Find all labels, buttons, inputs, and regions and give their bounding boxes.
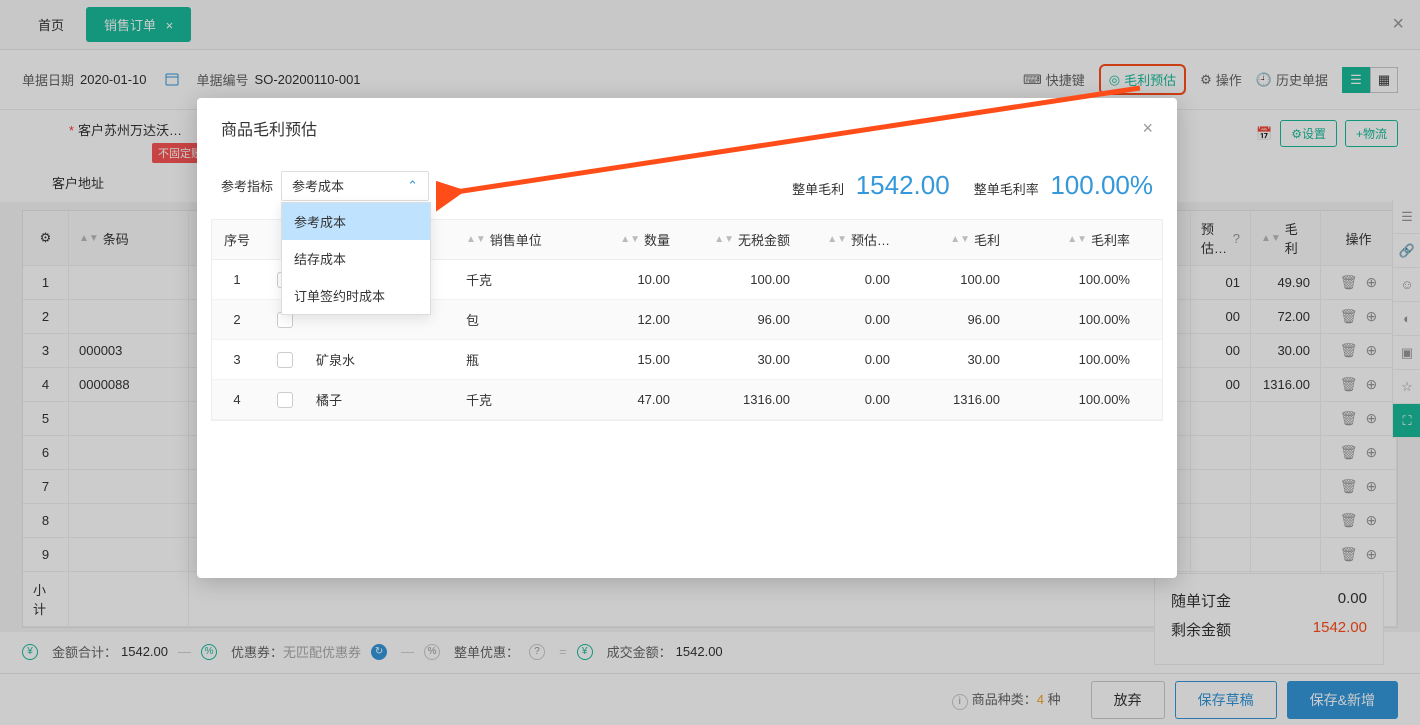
sort-icon: ▲▼ xyxy=(1067,237,1087,242)
sort-icon: ▲▼ xyxy=(620,237,640,242)
total-profit-label: 整单毛利 xyxy=(792,182,844,197)
modal-title: 商品毛利预估 xyxy=(221,116,317,140)
sort-icon: ▲▼ xyxy=(950,237,970,242)
chevron-up-icon: ⌃ xyxy=(407,178,418,194)
option-balance-cost[interactable]: 结存成本 xyxy=(282,240,430,277)
sort-icon: ▲▼ xyxy=(466,237,486,242)
sort-icon: ▲▼ xyxy=(827,237,847,242)
filter-label: 参考指标 xyxy=(221,176,273,195)
row-checkbox[interactable] xyxy=(277,392,293,408)
reference-select[interactable]: 参考成本 ⌃ 参考成本 结存成本 订单签约时成本 xyxy=(281,171,429,201)
profit-row[interactable]: 3矿泉水瓶15.0030.000.0030.00100.00% xyxy=(212,340,1162,380)
total-profit-value: 1542.00 xyxy=(856,170,950,200)
profit-modal: 商品毛利预估 × 参考指标 参考成本 ⌃ 参考成本 结存成本 订单签约时成本 整… xyxy=(197,98,1177,578)
option-sign-cost[interactable]: 订单签约时成本 xyxy=(282,277,430,314)
total-rate-label: 整单毛利率 xyxy=(974,182,1039,197)
option-ref-cost[interactable]: 参考成本 xyxy=(282,203,430,240)
close-icon[interactable]: × xyxy=(1142,118,1153,139)
row-checkbox[interactable] xyxy=(277,352,293,368)
reference-dropdown: 参考成本 结存成本 订单签约时成本 xyxy=(281,202,431,315)
profit-row[interactable]: 4橘子千克47.001316.000.001316.00100.00% xyxy=(212,380,1162,420)
total-rate-value: 100.00% xyxy=(1050,170,1153,200)
sort-icon: ▲▼ xyxy=(714,237,734,242)
